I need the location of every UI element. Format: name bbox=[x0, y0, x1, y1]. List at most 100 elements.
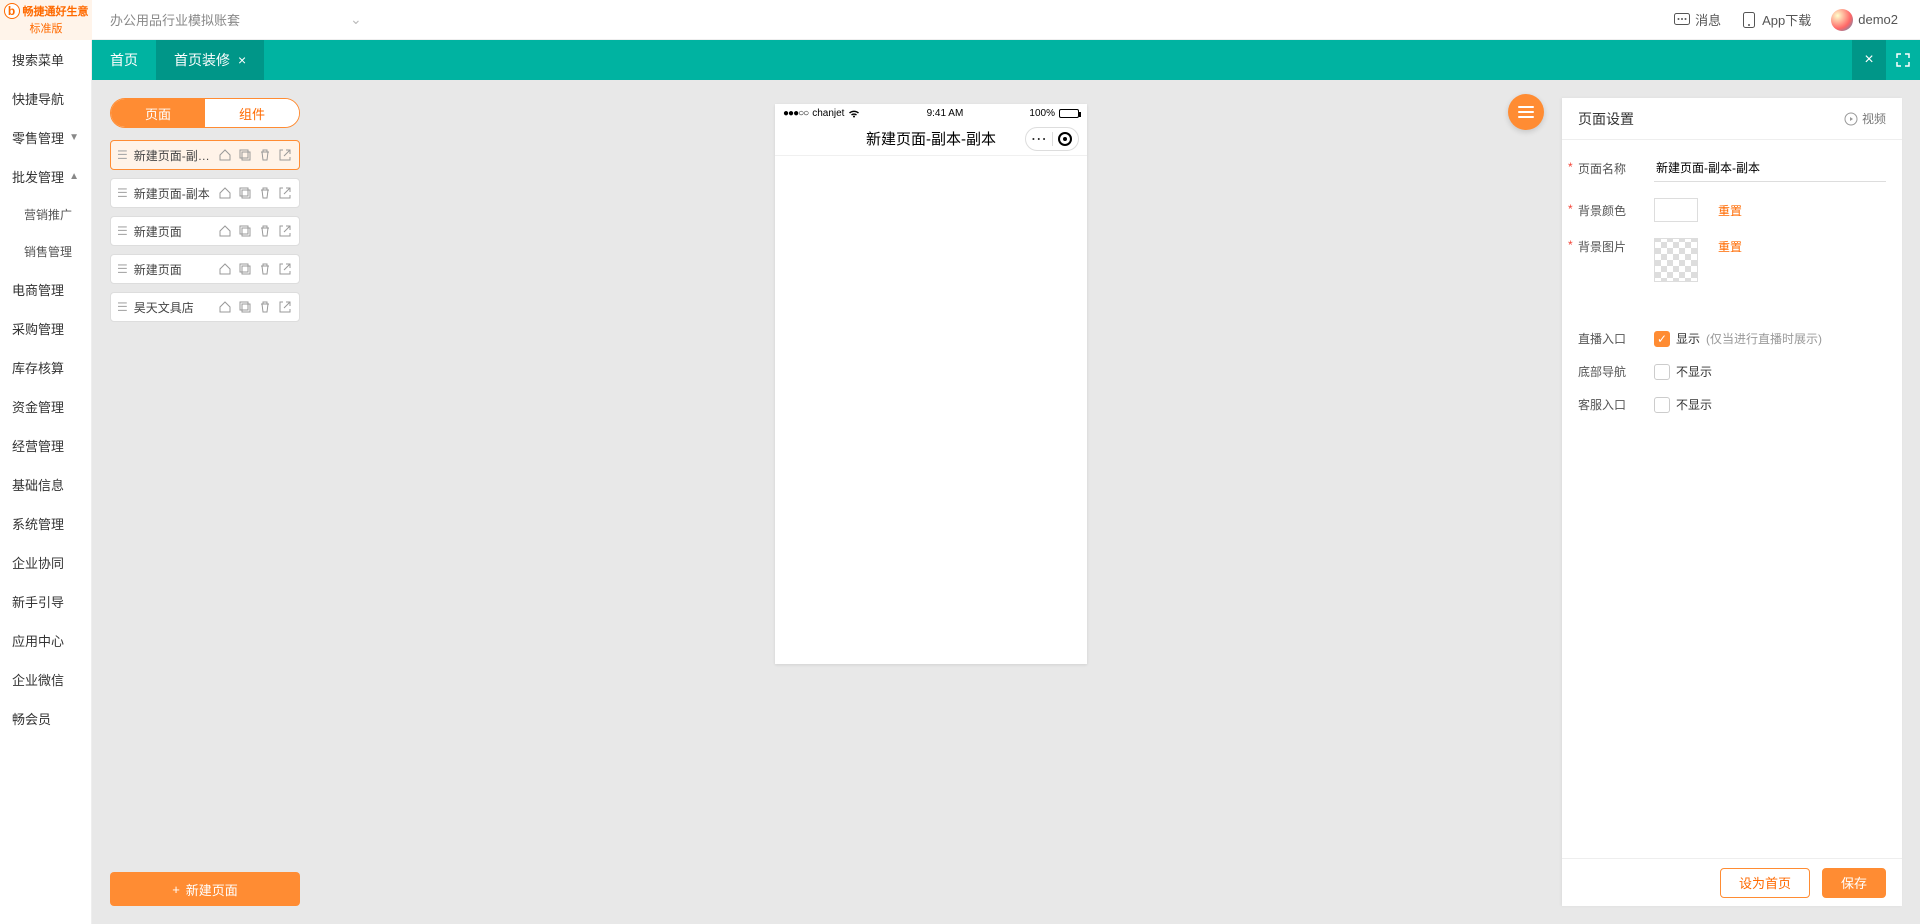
sidebar-item-wechatwork[interactable]: 企业微信 bbox=[0, 660, 91, 699]
drag-handle-icon[interactable]: ☰ bbox=[117, 262, 128, 276]
battery-pct: 100% bbox=[1029, 108, 1055, 119]
seg-component-button[interactable]: 组件 bbox=[205, 99, 299, 127]
fab-menu-button[interactable] bbox=[1508, 94, 1544, 130]
new-page-button[interactable]: + 新建页面 bbox=[110, 872, 300, 906]
page-row[interactable]: ☰ 新建页面-副本 bbox=[110, 178, 300, 208]
sidebar-item-sales[interactable]: 销售管理 bbox=[0, 233, 91, 270]
settings-title: 页面设置 bbox=[1578, 109, 1634, 129]
sidebar-item-operations[interactable]: 经营管理 bbox=[0, 426, 91, 465]
miniprogram-header: 新建页面-副本-副本 ⋯ bbox=[775, 122, 1087, 156]
live-show-checkbox[interactable]: ✓ bbox=[1654, 331, 1670, 347]
set-home-button[interactable]: 设为首页 bbox=[1720, 868, 1810, 898]
seg-page-button[interactable]: 页面 bbox=[111, 99, 205, 127]
status-time: 9:41 AM bbox=[927, 108, 964, 119]
home-icon[interactable] bbox=[217, 261, 233, 277]
drag-handle-icon[interactable]: ☰ bbox=[117, 186, 128, 200]
home-icon[interactable] bbox=[217, 223, 233, 239]
play-circle-icon bbox=[1844, 112, 1858, 126]
user-menu[interactable]: demo2 bbox=[1831, 9, 1898, 31]
bgimg-reset-button[interactable]: 重置 bbox=[1718, 238, 1742, 255]
chevron-down-icon: ⌄ bbox=[350, 11, 362, 28]
delete-icon[interactable] bbox=[257, 147, 273, 163]
sidebar-item-wholesale[interactable]: 批发管理▲ bbox=[0, 157, 91, 196]
app-download-button[interactable]: App下载 bbox=[1741, 10, 1811, 29]
copy-icon[interactable] bbox=[237, 299, 253, 315]
save-button[interactable]: 保存 bbox=[1822, 868, 1886, 898]
sidebar-item-search[interactable]: 搜索菜单 bbox=[0, 40, 91, 79]
page-name-input[interactable] bbox=[1654, 154, 1886, 182]
sidebar-item-retail[interactable]: 零售管理▼ bbox=[0, 118, 91, 157]
drag-handle-icon[interactable]: ☰ bbox=[117, 300, 128, 314]
page-row[interactable]: ☰ 新建页面-副本-... bbox=[110, 140, 300, 170]
sidebar-item-finance[interactable]: 资金管理 bbox=[0, 387, 91, 426]
sidebar: 搜索菜单 快捷导航 零售管理▼ 批发管理▲ 营销推广 销售管理 电商管理 采购管… bbox=[0, 40, 92, 924]
page-list: ☰ 新建页面-副本-... ☰ 新建页面-副本 bbox=[110, 140, 300, 322]
org-selector[interactable]: 办公用品行业模拟账套 ⌄ bbox=[110, 10, 362, 29]
sidebar-item-ecommerce[interactable]: 电商管理 bbox=[0, 270, 91, 309]
sidebar-item-marketing[interactable]: 营销推广 bbox=[0, 196, 91, 233]
delete-icon[interactable] bbox=[257, 185, 273, 201]
sidebar-item-purchase[interactable]: 采购管理 bbox=[0, 309, 91, 348]
external-link-icon[interactable] bbox=[277, 223, 293, 239]
delete-icon[interactable] bbox=[257, 299, 273, 315]
nav-hide-checkbox[interactable] bbox=[1654, 364, 1670, 380]
bgcolor-swatch[interactable] bbox=[1654, 198, 1698, 222]
bgcolor-reset-button[interactable]: 重置 bbox=[1718, 202, 1742, 219]
copy-icon[interactable] bbox=[237, 147, 253, 163]
live-hint: (仅当进行直播时展示) bbox=[1706, 330, 1822, 347]
capsule-close-button[interactable] bbox=[1053, 132, 1079, 146]
topbar: b 畅捷通好生意 标准版 办公用品行业模拟账套 ⌄ 消息 App下载 demo2 bbox=[0, 0, 1920, 40]
sidebar-item-system[interactable]: 系统管理 bbox=[0, 504, 91, 543]
copy-icon[interactable] bbox=[237, 223, 253, 239]
home-icon[interactable] bbox=[217, 147, 233, 163]
sidebar-item-appcenter[interactable]: 应用中心 bbox=[0, 621, 91, 660]
brand-mark-icon: b bbox=[4, 3, 20, 19]
cs-entry-label: 客服入口 bbox=[1578, 396, 1642, 413]
messages-button[interactable]: 消息 bbox=[1674, 10, 1721, 29]
home-icon[interactable] bbox=[217, 185, 233, 201]
external-link-icon[interactable] bbox=[277, 185, 293, 201]
bgimg-swatch[interactable] bbox=[1654, 238, 1698, 282]
page-name-label: 昊天文具店 bbox=[134, 299, 211, 316]
sidebar-item-collab[interactable]: 企业协同 bbox=[0, 543, 91, 582]
menu-icon bbox=[1518, 106, 1534, 118]
avatar bbox=[1831, 9, 1853, 31]
external-link-icon[interactable] bbox=[277, 261, 293, 277]
page-row[interactable]: ☰ 新建页面 bbox=[110, 216, 300, 246]
capsule-more-button[interactable]: ⋯ bbox=[1026, 129, 1052, 149]
tabs-close-button[interactable]: × bbox=[1852, 40, 1886, 80]
delete-icon[interactable] bbox=[257, 223, 273, 239]
brand-text: 畅捷通好生意 bbox=[23, 3, 89, 19]
drag-handle-icon[interactable]: ☰ bbox=[117, 148, 128, 162]
page-row[interactable]: ☰ 新建页面 bbox=[110, 254, 300, 284]
page-row[interactable]: ☰ 昊天文具店 bbox=[110, 292, 300, 322]
tabs-bar: 首页 首页装修 × × bbox=[92, 40, 1920, 80]
tab-home[interactable]: 首页 bbox=[92, 40, 156, 80]
sidebar-item-member[interactable]: 畅会员 bbox=[0, 699, 91, 738]
sidebar-item-basicinfo[interactable]: 基础信息 bbox=[0, 465, 91, 504]
page-name-label: 页面名称 bbox=[1578, 160, 1642, 177]
external-link-icon[interactable] bbox=[277, 299, 293, 315]
sidebar-item-inventory[interactable]: 库存核算 bbox=[0, 348, 91, 387]
brand-logo: b 畅捷通好生意 标准版 bbox=[0, 0, 92, 40]
username-label: demo2 bbox=[1858, 12, 1898, 27]
preview-area: ●●●○○ chanjet 9:41 AM 100% bbox=[318, 98, 1544, 906]
tab-page-decorate[interactable]: 首页装修 × bbox=[156, 40, 264, 80]
close-tab-icon[interactable]: × bbox=[238, 52, 246, 68]
carrier-label: chanjet bbox=[812, 108, 844, 119]
bottom-nav-label: 底部导航 bbox=[1578, 363, 1642, 380]
sidebar-item-quicknav[interactable]: 快捷导航 bbox=[0, 79, 91, 118]
phone-icon bbox=[1741, 12, 1757, 28]
fullscreen-button[interactable] bbox=[1886, 40, 1920, 80]
copy-icon[interactable] bbox=[237, 185, 253, 201]
sidebar-item-onboarding[interactable]: 新手引导 bbox=[0, 582, 91, 621]
home-icon[interactable] bbox=[217, 299, 233, 315]
delete-icon[interactable] bbox=[257, 261, 273, 277]
drag-handle-icon[interactable]: ☰ bbox=[117, 224, 128, 238]
external-link-icon[interactable] bbox=[277, 147, 293, 163]
copy-icon[interactable] bbox=[237, 261, 253, 277]
battery-icon bbox=[1059, 109, 1079, 118]
video-help-link[interactable]: 视频 bbox=[1844, 110, 1886, 127]
cs-hide-checkbox[interactable] bbox=[1654, 397, 1670, 413]
segmented-control: 页面 组件 bbox=[110, 98, 300, 128]
